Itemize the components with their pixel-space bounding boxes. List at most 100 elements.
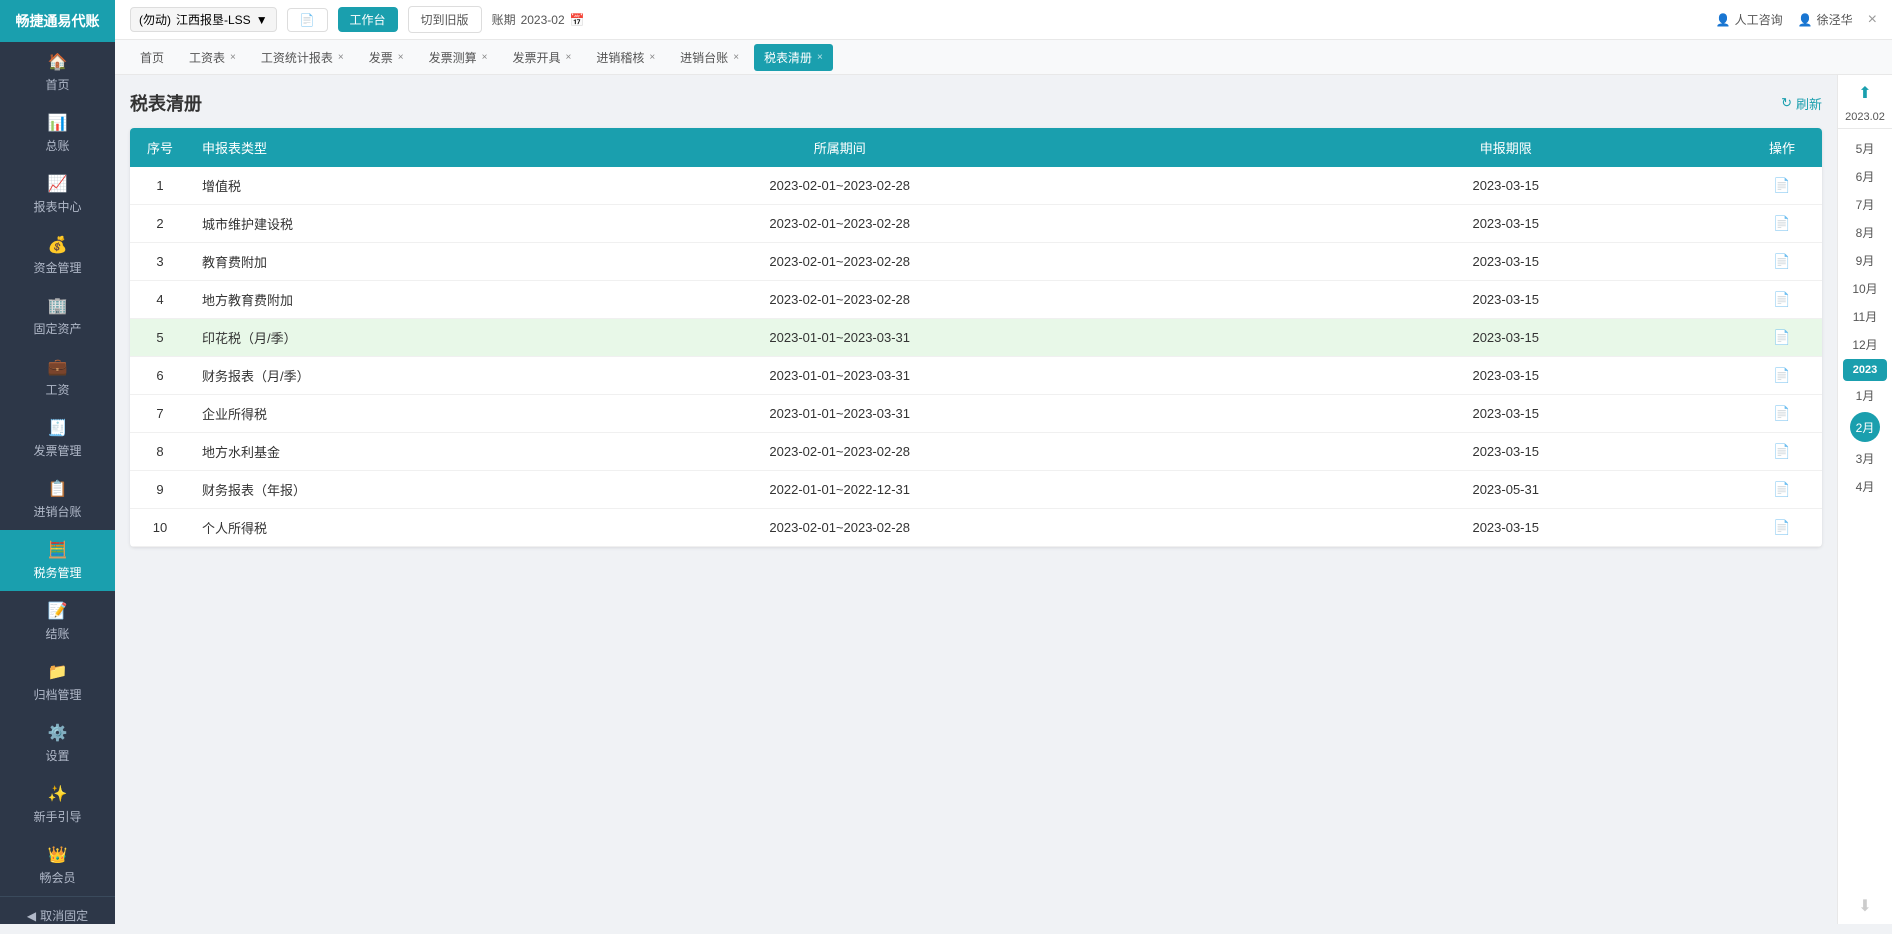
page-header: 税表清册 ↻ 刷新 bbox=[130, 90, 1822, 116]
archive-icon: 📁 bbox=[48, 662, 68, 682]
calendar-icon[interactable]: 📅 bbox=[570, 13, 585, 27]
cell-deadline: 2023-03-15 bbox=[1269, 167, 1742, 205]
sidebar-item-assets[interactable]: 🏢 固定资产 bbox=[0, 286, 115, 347]
tab-close-icon[interactable]: × bbox=[817, 52, 823, 63]
action-doc-icon[interactable]: 📄 bbox=[1773, 367, 1790, 383]
payroll-icon: 💼 bbox=[48, 357, 68, 377]
sidebar-item-funds[interactable]: 💰 资金管理 bbox=[0, 225, 115, 286]
username-label: 徐泾华 bbox=[1817, 11, 1853, 28]
table-row: 1 增值税 2023-02-01~2023-02-28 2023-03-15 📄 bbox=[130, 167, 1822, 205]
cell-deadline: 2023-03-15 bbox=[1269, 509, 1742, 547]
action-doc-icon[interactable]: 📄 bbox=[1773, 291, 1790, 307]
month-item[interactable]: 4月 bbox=[1843, 473, 1887, 500]
tab-invoice[interactable]: 发票 × bbox=[359, 44, 414, 71]
tab-payroll-stat[interactable]: 工资统计报表 × bbox=[251, 44, 354, 71]
company-name: 江西报垦-LSS bbox=[176, 11, 251, 28]
scroll-down-button[interactable]: ⬇ bbox=[1855, 893, 1874, 919]
action-doc-icon[interactable]: 📄 bbox=[1773, 405, 1790, 421]
period-value: 2023-02 bbox=[521, 13, 565, 27]
tab-close-icon[interactable]: × bbox=[338, 52, 344, 63]
switch-button[interactable]: 切到旧版 bbox=[408, 6, 482, 33]
action-doc-icon[interactable]: 📄 bbox=[1773, 329, 1790, 345]
sidebar-item-label: 结账 bbox=[45, 625, 69, 642]
right-panel: ⬆ 2023.02 5月6月7月8月9月10月11月12月20231月2月3月4… bbox=[1837, 75, 1892, 924]
month-item[interactable]: 12月 bbox=[1843, 331, 1887, 358]
sidebar-item-tax[interactable]: 🧮 税务管理 bbox=[0, 530, 115, 591]
action-doc-icon[interactable]: 📄 bbox=[1773, 519, 1790, 535]
month-item[interactable]: 9月 bbox=[1843, 247, 1887, 274]
month-item[interactable]: 6月 bbox=[1843, 163, 1887, 190]
cell-id: 6 bbox=[130, 357, 190, 395]
company-selector[interactable]: (勿动) 江西报垦-LSS ▼ bbox=[130, 7, 277, 32]
sidebar-item-settle[interactable]: 📝 结账 bbox=[0, 591, 115, 652]
tab-invoice-calc[interactable]: 发票测算 × bbox=[419, 44, 498, 71]
action-doc-icon[interactable]: 📄 bbox=[1773, 443, 1790, 459]
period-label: 账期 bbox=[492, 11, 516, 28]
month-item[interactable]: 7月 bbox=[1843, 191, 1887, 218]
tab-home[interactable]: 首页 bbox=[130, 44, 174, 71]
active-month-item[interactable]: 2月 bbox=[1850, 412, 1880, 442]
user-info[interactable]: 👤 徐泾华 bbox=[1798, 11, 1853, 28]
action-doc-icon[interactable]: 📄 bbox=[1773, 177, 1790, 193]
month-item[interactable]: 3月 bbox=[1843, 445, 1887, 472]
sidebar-item-archive[interactable]: 📁 归档管理 bbox=[0, 652, 115, 713]
month-item[interactable]: 1月 bbox=[1843, 382, 1887, 409]
month-item[interactable]: 2023 bbox=[1843, 359, 1887, 381]
tab-close-icon[interactable]: × bbox=[482, 52, 488, 63]
tab-close-icon[interactable]: × bbox=[398, 52, 404, 63]
cell-id: 8 bbox=[130, 433, 190, 471]
cell-action: 📄 bbox=[1742, 509, 1822, 547]
ledger-icon: 📊 bbox=[48, 113, 68, 133]
sidebar: 畅捷通易代账 🏠 首页 📊 总账 📈 报表中心 💰 资金管理 🏢 固定资产 💼 … bbox=[0, 0, 115, 924]
sidebar-item-label: 固定资产 bbox=[33, 320, 81, 337]
sidebar-item-invoice-mgmt[interactable]: 🧾 发票管理 bbox=[0, 408, 115, 469]
month-item[interactable]: 10月 bbox=[1843, 275, 1887, 302]
sidebar-item-guide[interactable]: ✨ 新手引导 bbox=[0, 774, 115, 835]
sidebar-item-vip[interactable]: 👑 畅会员 bbox=[0, 835, 115, 896]
support-link[interactable]: 👤 人工咨询 bbox=[1716, 11, 1783, 28]
assets-icon: 🏢 bbox=[48, 296, 68, 316]
scroll-up-button[interactable]: ⬆ bbox=[1855, 80, 1874, 106]
tab-purchase-check[interactable]: 进销稽核 × bbox=[586, 44, 665, 71]
cell-deadline: 2023-03-15 bbox=[1269, 281, 1742, 319]
sidebar-item-payroll[interactable]: 💼 工资 bbox=[0, 347, 115, 408]
workbench-button[interactable]: 工作台 bbox=[338, 7, 398, 32]
tab-label: 发票开具 bbox=[512, 49, 560, 66]
action-doc-icon[interactable]: 📄 bbox=[1773, 481, 1790, 497]
sidebar-item-reports[interactable]: 📈 报表中心 bbox=[0, 164, 115, 225]
content-area: 税表清册 ↻ 刷新 序号 申报表类型 所属期间 申报期限 操作 bbox=[115, 75, 1892, 924]
sidebar-item-purchase[interactable]: 📋 进销台账 bbox=[0, 469, 115, 530]
tab-close-icon[interactable]: × bbox=[565, 52, 571, 63]
month-item[interactable]: 8月 bbox=[1843, 219, 1887, 246]
cell-id: 1 bbox=[130, 167, 190, 205]
month-item[interactable]: 2月 bbox=[1843, 410, 1887, 444]
tab-payroll[interactable]: 工资表 × bbox=[179, 44, 246, 71]
tab-close-icon[interactable]: × bbox=[649, 52, 655, 63]
tab-close-icon[interactable]: × bbox=[230, 52, 236, 63]
unpin-button[interactable]: ◀ 取消固定 bbox=[0, 896, 115, 934]
month-item[interactable]: 5月 bbox=[1843, 135, 1887, 162]
table-row: 9 财务报表（年报） 2022-01-01~2022-12-31 2023-05… bbox=[130, 471, 1822, 509]
tab-purchase-ledger[interactable]: 进销台账 × bbox=[670, 44, 749, 71]
sidebar-item-ledger[interactable]: 📊 总账 bbox=[0, 103, 115, 164]
sidebar-item-settings[interactable]: ⚙️ 设置 bbox=[0, 713, 115, 774]
table-row: 5 印花税（月/季） 2023-01-01~2023-03-31 2023-03… bbox=[130, 319, 1822, 357]
tab-invoice-open[interactable]: 发票开具 × bbox=[502, 44, 581, 71]
close-icon[interactable]: × bbox=[1868, 11, 1877, 29]
user-avatar-icon: 👤 bbox=[1798, 13, 1813, 27]
table-row: 6 财务报表（月/季） 2023-01-01~2023-03-31 2023-0… bbox=[130, 357, 1822, 395]
tab-tax-clearance[interactable]: 税表清册 × bbox=[754, 44, 833, 71]
copy-button[interactable]: 📄 bbox=[287, 8, 328, 32]
cell-id: 7 bbox=[130, 395, 190, 433]
tab-close-icon[interactable]: × bbox=[733, 52, 739, 63]
month-item[interactable]: 11月 bbox=[1843, 303, 1887, 330]
topbar: (勿动) 江西报垦-LSS ▼ 📄 工作台 切到旧版 账期 2023-02 📅 … bbox=[115, 0, 1892, 40]
company-tag: (勿动) bbox=[139, 11, 171, 28]
content-main: 税表清册 ↻ 刷新 序号 申报表类型 所属期间 申报期限 操作 bbox=[115, 75, 1837, 924]
action-doc-icon[interactable]: 📄 bbox=[1773, 253, 1790, 269]
action-doc-icon[interactable]: 📄 bbox=[1773, 215, 1790, 231]
tax-table-container: 序号 申报表类型 所属期间 申报期限 操作 1 增值税 2023-02-01~2… bbox=[130, 128, 1822, 547]
refresh-label: 刷新 bbox=[1796, 94, 1822, 113]
sidebar-item-home[interactable]: 🏠 首页 bbox=[0, 42, 115, 103]
refresh-button[interactable]: ↻ 刷新 bbox=[1781, 94, 1822, 113]
